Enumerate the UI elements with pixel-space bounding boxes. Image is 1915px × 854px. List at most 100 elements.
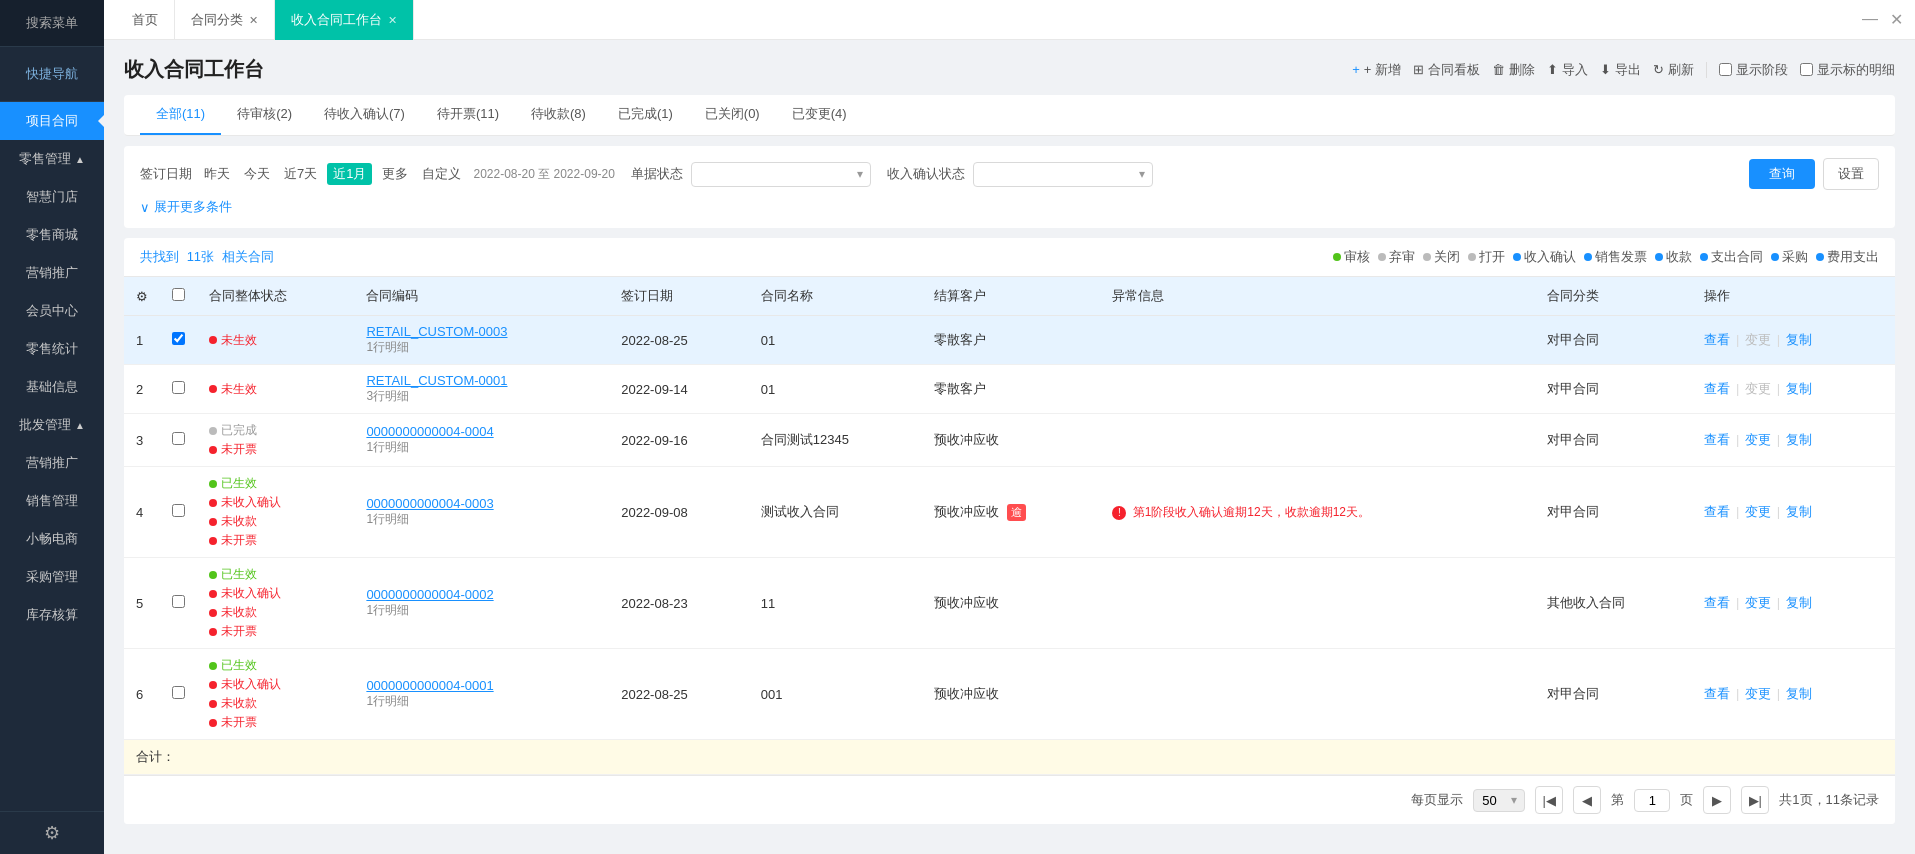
date-preset-more[interactable]: 更多 [378,163,412,185]
copy-op-btn[interactable]: 复制 [1786,686,1812,701]
import-button[interactable]: ⬆ 导入 [1547,61,1588,79]
sidebar-item-purchase[interactable]: 采购管理 [0,558,104,596]
change-op-btn[interactable]: 变更 [1745,595,1771,610]
date-preset-today[interactable]: 今天 [240,163,274,185]
per-page-select[interactable]: 50 100 [1473,789,1525,812]
copy-op-btn[interactable]: 复制 [1786,381,1812,396]
tab-income-workbench-close[interactable]: ✕ [388,0,397,40]
add-button[interactable]: + + 新增 [1352,61,1401,79]
filter-tab-closed[interactable]: 已关闭(0) [689,95,776,135]
show-stages-input[interactable] [1719,63,1732,76]
row-select-checkbox[interactable] [172,595,185,608]
sidebar-quicknav[interactable]: 快捷导航 [0,57,104,91]
view-op-btn[interactable]: 查看 [1704,686,1730,701]
change-op-btn[interactable]: 变更 [1745,332,1771,347]
last-page-btn[interactable]: ▶| [1741,786,1769,814]
date-preset-last7[interactable]: 近7天 [280,163,321,185]
sidebar-item-wholesale[interactable]: 批发管理 ▲ [0,406,104,444]
close-window-icon[interactable]: ✕ [1890,10,1903,29]
income-confirm-select[interactable] [973,162,1153,187]
contract-link[interactable]: RETAIL_CUSTOM-0003 [366,324,597,339]
show-details-checkbox[interactable]: 显示标的明细 [1800,61,1895,79]
copy-op-btn[interactable]: 复制 [1786,432,1812,447]
table-scroll[interactable]: ⚙ 合同整体状态 合同编码 签订日期 合同名称 结算客户 异常信息 合同分类 操… [124,277,1895,775]
show-stages-checkbox[interactable]: 显示阶段 [1719,61,1788,79]
tab-income-workbench[interactable]: 收入合同工作台 ✕ [275,0,414,40]
contract-link[interactable]: RETAIL_CUSTOM-0001 [366,373,597,388]
sidebar-item-marketing[interactable]: 营销推广 [0,254,104,292]
date-preset-yesterday[interactable]: 昨天 [200,163,234,185]
view-op-btn[interactable]: 查看 [1704,332,1730,347]
next-page-btn[interactable]: ▶ [1703,786,1731,814]
contract-board-button[interactable]: ⊞ 合同看板 [1413,61,1480,79]
close-btn[interactable]: 关闭 [1423,246,1460,268]
sidebar-item-smart-store[interactable]: 智慧门店 [0,178,104,216]
minimize-icon[interactable]: — [1862,10,1878,29]
filter-tab-pending-income-confirm[interactable]: 待收入确认(7) [308,95,421,135]
doc-status-select[interactable] [691,162,871,187]
sidebar-search[interactable]: 搜索菜单 [0,0,104,47]
select-all-checkbox[interactable] [172,288,185,301]
sidebar-item-inventory[interactable]: 库存核算 [0,596,104,634]
row-select-checkbox[interactable] [172,332,185,345]
copy-op-btn[interactable]: 复制 [1786,595,1812,610]
filter-tab-pending-collection[interactable]: 待收款(8) [515,95,602,135]
setting-button[interactable]: 设置 [1823,158,1879,190]
filter-tab-pending-review[interactable]: 待审核(2) [221,95,308,135]
view-op-btn[interactable]: 查看 [1704,595,1730,610]
change-op-btn[interactable]: 变更 [1745,381,1771,396]
view-op-btn[interactable]: 查看 [1704,432,1730,447]
filter-tab-all[interactable]: 全部(11) [140,95,221,135]
query-button[interactable]: 查询 [1749,159,1815,189]
change-op-btn[interactable]: 变更 [1745,504,1771,519]
row-select-checkbox[interactable] [172,504,185,517]
review-btn[interactable]: 审核 [1333,246,1370,268]
income-confirm-btn[interactable]: 收入确认 [1513,246,1576,268]
view-op-btn[interactable]: 查看 [1704,381,1730,396]
copy-op-btn[interactable]: 复制 [1786,332,1812,347]
expand-more-button[interactable]: ∨ 展开更多条件 [140,198,1879,216]
payout-btn[interactable]: 支出合同 [1700,246,1763,268]
page-input[interactable] [1634,789,1670,812]
sidebar-item-retail-mall[interactable]: 零售商城 [0,216,104,254]
filter-tab-completed[interactable]: 已完成(1) [602,95,689,135]
sidebar-item-basic[interactable]: 基础信息 [0,368,104,406]
refresh-button[interactable]: ↻ 刷新 [1653,61,1694,79]
change-op-btn[interactable]: 变更 [1745,686,1771,701]
view-op-btn[interactable]: 查看 [1704,504,1730,519]
expense-btn[interactable]: 费用支出 [1816,246,1879,268]
sidebar-item-retail[interactable]: 零售管理 ▲ [0,140,104,178]
copy-op-btn[interactable]: 复制 [1786,504,1812,519]
sidebar-item-xiaochang[interactable]: 小畅电商 [0,520,104,558]
date-preset-last1month[interactable]: 近1月 [327,163,372,185]
tab-contract-category[interactable]: 合同分类 ✕ [175,0,275,40]
row-select-checkbox[interactable] [172,686,185,699]
contract-link[interactable]: 0000000000004-0004 [366,424,597,439]
sidebar-item-marketing2[interactable]: 营销推广 [0,444,104,482]
change-op-btn[interactable]: 变更 [1745,432,1771,447]
export-button[interactable]: ⬇ 导出 [1600,61,1641,79]
contract-link[interactable]: 0000000000004-0002 [366,587,597,602]
purchase-btn[interactable]: 采购 [1771,246,1808,268]
show-details-input[interactable] [1800,63,1813,76]
sidebar-item-project[interactable]: 项目合同 ◀ [0,102,104,140]
date-preset-custom[interactable]: 自定义 [418,163,465,185]
contract-link[interactable]: 0000000000004-0003 [366,496,597,511]
tab-home[interactable]: 首页 [116,0,175,40]
delete-button[interactable]: 🗑 删除 [1492,61,1535,79]
sidebar-item-member[interactable]: 会员中心 [0,292,104,330]
row-select-checkbox[interactable] [172,432,185,445]
filter-tab-pending-invoice[interactable]: 待开票(11) [421,95,515,135]
sidebar-item-sales[interactable]: 销售管理 [0,482,104,520]
prev-page-btn[interactable]: ◀ [1573,786,1601,814]
collection-btn[interactable]: 收款 [1655,246,1692,268]
contract-link[interactable]: 0000000000004-0001 [366,678,597,693]
filter-tab-changed[interactable]: 已变更(4) [776,95,863,135]
sidebar-settings[interactable]: ⚙ [0,811,104,854]
sales-invoice-btn[interactable]: 销售发票 [1584,246,1647,268]
sidebar-item-retail-stat[interactable]: 零售统计 [0,330,104,368]
abandon-btn[interactable]: 弃审 [1378,246,1415,268]
tab-contract-category-close[interactable]: ✕ [249,0,258,40]
row-select-checkbox[interactable] [172,381,185,394]
first-page-btn[interactable]: |◀ [1535,786,1563,814]
